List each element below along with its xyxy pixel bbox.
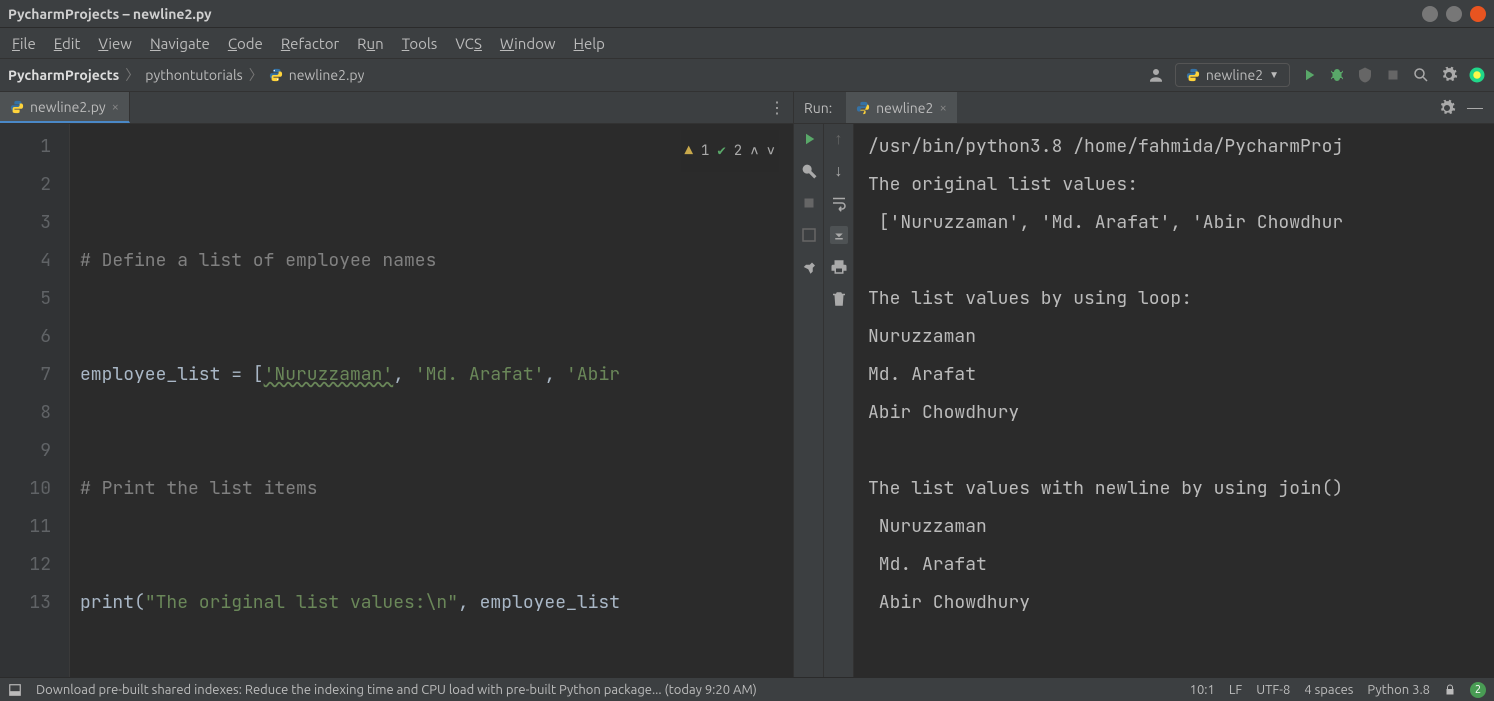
- minimize-icon[interactable]: [1422, 6, 1438, 22]
- ide-logo-icon[interactable]: [1468, 66, 1486, 84]
- coverage-button[interactable]: [1356, 66, 1374, 84]
- trash-icon[interactable]: [830, 290, 848, 308]
- layout-icon[interactable]: [800, 226, 818, 244]
- breadcrumb: PycharmProjects 〉 pythontutorials 〉 newl…: [8, 65, 1147, 85]
- menu-tools[interactable]: Tools: [394, 31, 446, 56]
- soft-wrap-icon[interactable]: [830, 194, 848, 212]
- python-file-icon: [10, 100, 24, 114]
- menu-run[interactable]: Run: [349, 31, 392, 56]
- run-action-bar: [794, 124, 824, 677]
- editor-pane: newline2.py × ⋮ 12345678910111213 ▲1 ✔2 …: [0, 92, 794, 677]
- more-icon[interactable]: ⋮: [769, 98, 785, 117]
- console-action-bar: ↑ ↓: [824, 124, 854, 677]
- down-arrow-icon[interactable]: ↓: [830, 162, 848, 180]
- run-header: Run: newline2 × —: [794, 92, 1494, 124]
- add-user-icon[interactable]: [1147, 66, 1165, 84]
- code-editor[interactable]: 12345678910111213 ▲1 ✔2 ∧ ∨ # Define a l…: [0, 124, 793, 677]
- settings-icon[interactable]: [1440, 66, 1458, 84]
- status-line-separator[interactable]: LF: [1229, 683, 1242, 697]
- maximize-icon[interactable]: [1446, 6, 1462, 22]
- run-config-name: newline2: [1206, 67, 1263, 83]
- chevron-right-icon: 〉: [125, 65, 139, 85]
- python-file-icon: [269, 68, 283, 82]
- menu-window[interactable]: Window: [492, 31, 564, 56]
- breadcrumb-folder[interactable]: pythontutorials: [145, 67, 242, 83]
- run-button[interactable]: [1300, 66, 1318, 84]
- menu-code[interactable]: Code: [220, 31, 271, 56]
- line-number-gutter: 12345678910111213: [0, 124, 70, 677]
- window-titlebar: PycharmProjects – newline2.py: [0, 0, 1494, 28]
- status-encoding[interactable]: UTF-8: [1256, 683, 1290, 697]
- settings-icon[interactable]: [1438, 99, 1456, 117]
- search-icon[interactable]: [1412, 66, 1430, 84]
- menu-vcs[interactable]: VCS: [447, 31, 490, 56]
- menu-view[interactable]: View: [90, 31, 140, 56]
- weak-warning-icon: ✔: [717, 132, 725, 170]
- code-area[interactable]: ▲1 ✔2 ∧ ∨ # Define a list of employee na…: [70, 124, 793, 677]
- chevron-right-icon: 〉: [249, 65, 263, 85]
- status-caret-pos[interactable]: 10:1: [1190, 683, 1215, 697]
- menu-file[interactable]: File: [4, 31, 44, 56]
- run-tab[interactable]: newline2 ×: [846, 92, 957, 123]
- main-menu: File Edit View Navigate Code Refactor Ru…: [0, 28, 1494, 58]
- breadcrumb-project[interactable]: PycharmProjects: [8, 67, 119, 83]
- breadcrumb-file[interactable]: newline2.py: [289, 67, 365, 83]
- rerun-button[interactable]: [800, 130, 818, 148]
- chevron-down-icon: ▼: [1269, 69, 1279, 81]
- main-content: newline2.py × ⋮ 12345678910111213 ▲1 ✔2 …: [0, 92, 1494, 677]
- editor-tab-newline2[interactable]: newline2.py ×: [0, 92, 130, 123]
- tab-close-icon[interactable]: ×: [939, 101, 946, 115]
- toolbar-actions: newline2 ▼: [1147, 63, 1486, 87]
- wrench-icon[interactable]: [800, 162, 818, 180]
- run-config-selector[interactable]: newline2 ▼: [1175, 63, 1290, 87]
- debug-button[interactable]: [1328, 66, 1346, 84]
- print-icon[interactable]: [830, 258, 848, 276]
- scroll-to-end-icon[interactable]: [830, 226, 848, 244]
- inspections-widget[interactable]: ▲1 ✔2 ∧ ∨: [681, 130, 779, 172]
- python-icon: [856, 101, 870, 115]
- notification-badge[interactable]: 2: [1470, 682, 1486, 698]
- menu-edit[interactable]: Edit: [46, 31, 89, 56]
- tool-window-icon[interactable]: [8, 683, 22, 697]
- window-title: PycharmProjects – newline2.py: [8, 6, 1422, 22]
- menu-help[interactable]: Help: [566, 31, 613, 56]
- hide-icon[interactable]: —: [1466, 99, 1484, 117]
- status-indent[interactable]: 4 spaces: [1304, 683, 1353, 697]
- up-arrow-icon[interactable]: ↑: [830, 130, 848, 148]
- run-tab-label: newline2: [876, 100, 933, 116]
- status-bar: Download pre-built shared indexes: Reduc…: [0, 677, 1494, 701]
- navigation-toolbar: PycharmProjects 〉 pythontutorials 〉 newl…: [0, 58, 1494, 92]
- run-label: Run:: [804, 100, 832, 116]
- warning-icon: ▲: [685, 132, 693, 170]
- editor-tabs: newline2.py × ⋮: [0, 92, 793, 124]
- chevron-up-icon[interactable]: ∧: [750, 132, 758, 170]
- stop-button[interactable]: [800, 194, 818, 212]
- run-tool-window: Run: newline2 × — ↑ ↓: [794, 92, 1494, 677]
- status-message[interactable]: Download pre-built shared indexes: Reduc…: [36, 683, 1176, 697]
- status-interpreter[interactable]: Python 3.8: [1367, 683, 1430, 697]
- window-controls: [1422, 6, 1486, 22]
- menu-refactor[interactable]: Refactor: [273, 31, 347, 56]
- console-output[interactable]: /usr/bin/python3.8 /home/fahmida/Pycharm…: [854, 124, 1494, 677]
- tab-close-icon[interactable]: ×: [112, 100, 119, 114]
- pin-icon[interactable]: [800, 258, 818, 276]
- lock-icon[interactable]: [1444, 684, 1456, 696]
- close-icon[interactable]: [1470, 6, 1486, 22]
- chevron-down-icon[interactable]: ∨: [767, 132, 775, 170]
- menu-navigate[interactable]: Navigate: [142, 31, 218, 56]
- editor-tab-label: newline2.py: [30, 99, 106, 115]
- stop-button[interactable]: [1384, 66, 1402, 84]
- python-icon: [1186, 68, 1200, 82]
